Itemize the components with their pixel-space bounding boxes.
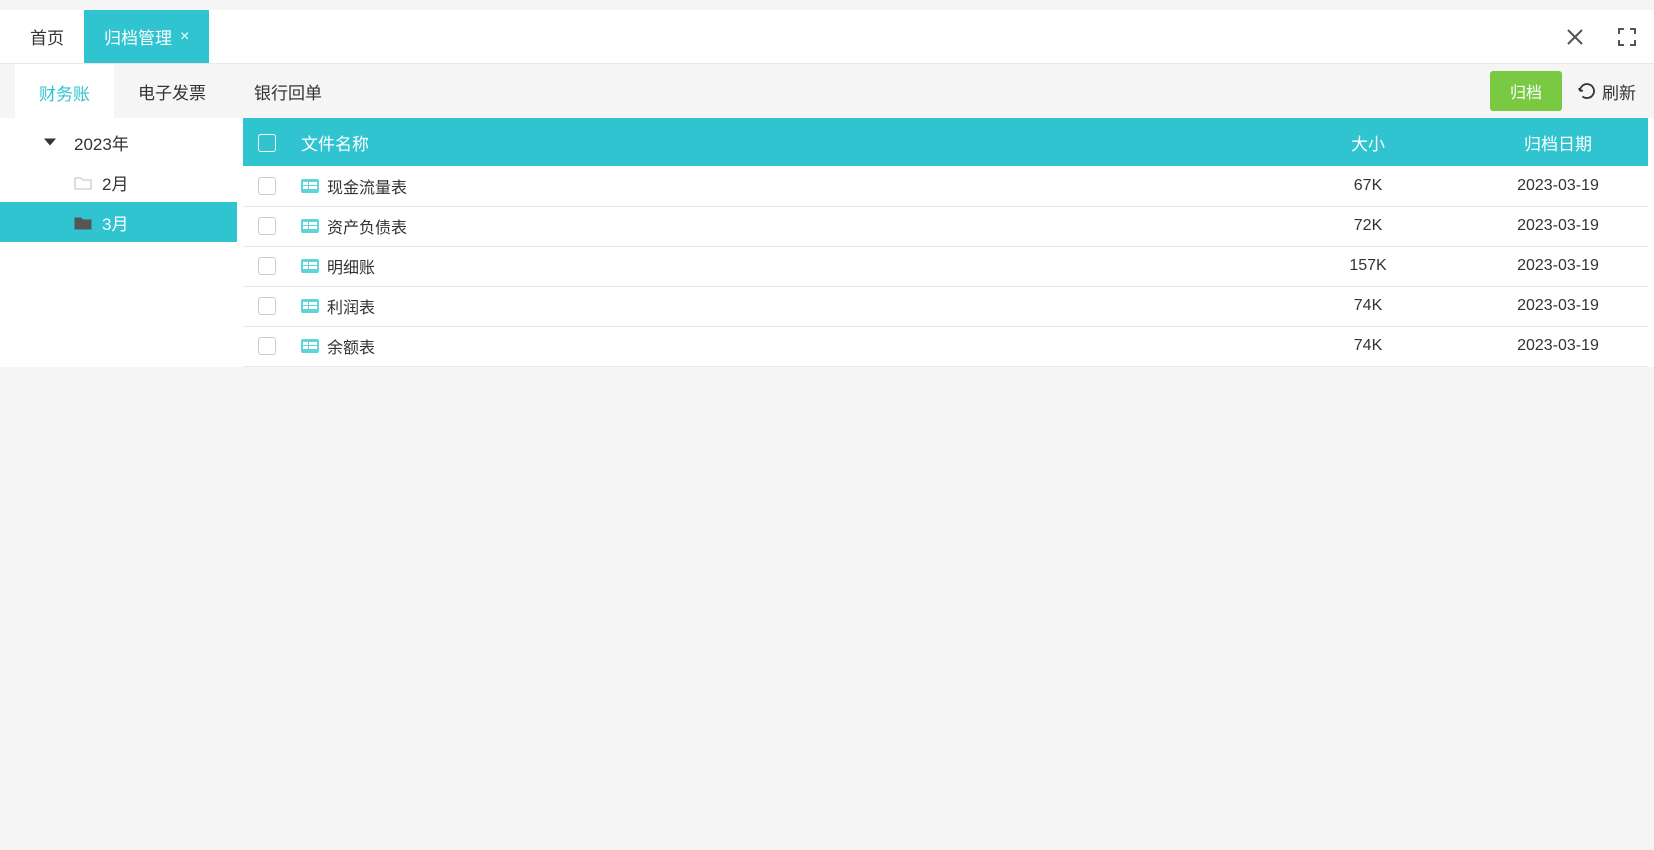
file-size: 72K <box>1268 206 1468 246</box>
row-checkbox[interactable] <box>258 177 276 195</box>
tab-label: 首页 <box>30 24 64 49</box>
file-date: 2023-03-19 <box>1468 286 1648 326</box>
archive-button[interactable]: 归档 <box>1490 71 1562 111</box>
sub-tab-einvoice[interactable]: 电子发票 <box>114 64 230 118</box>
file-name: 资产负债表 <box>327 214 407 238</box>
refresh-label: 刷新 <box>1602 79 1636 104</box>
tree-child-month[interactable]: 2月 <box>0 162 237 202</box>
file-size: 74K <box>1268 286 1468 326</box>
col-header-name[interactable]: 文件名称 <box>291 118 1268 166</box>
table-row[interactable]: 资产负债表 72K2023-03-19 <box>243 206 1648 246</box>
sub-tab-bankreceipt[interactable]: 银行回单 <box>230 64 346 118</box>
tree-root-year[interactable]: 2023年 <box>0 122 237 162</box>
file-name: 明细账 <box>327 254 375 278</box>
file-date: 2023-03-19 <box>1468 166 1648 206</box>
file-size: 74K <box>1268 326 1468 366</box>
spreadsheet-icon <box>301 298 319 314</box>
row-checkbox[interactable] <box>258 217 276 235</box>
file-name: 余额表 <box>327 334 375 358</box>
sub-tab-bar: 财务账 电子发票 银行回单 归档 刷新 <box>0 64 1654 118</box>
spreadsheet-icon <box>301 218 319 234</box>
tab-home[interactable]: 首页 <box>10 10 84 63</box>
close-icon <box>1566 28 1584 46</box>
table-row[interactable]: 余额表 74K2023-03-19 <box>243 326 1648 366</box>
spreadsheet-icon <box>301 178 319 194</box>
row-checkbox[interactable] <box>258 337 276 355</box>
file-name: 现金流量表 <box>327 174 407 198</box>
table-row[interactable]: 利润表 74K2023-03-19 <box>243 286 1648 326</box>
top-tab-bar: 首页 归档管理 × <box>0 10 1654 64</box>
caret-down-icon <box>44 139 56 146</box>
folder-tree: 2023年 2月 3月 <box>0 118 237 367</box>
tree-root-label: 2023年 <box>74 130 129 155</box>
sub-tab-label: 银行回单 <box>254 79 322 104</box>
folder-icon <box>74 175 92 189</box>
file-date: 2023-03-19 <box>1468 326 1648 366</box>
row-checkbox[interactable] <box>258 257 276 275</box>
fullscreen-icon <box>1618 28 1636 46</box>
file-size: 67K <box>1268 166 1468 206</box>
sub-tab-label: 电子发票 <box>138 79 206 104</box>
tree-child-label: 3月 <box>102 210 128 235</box>
file-date: 2023-03-19 <box>1468 206 1648 246</box>
tree-child-label: 2月 <box>102 170 128 195</box>
tree-child-month[interactable]: 3月 <box>0 202 237 242</box>
tab-archive-mgmt[interactable]: 归档管理 × <box>84 10 209 63</box>
close-panel-button[interactable] <box>1558 20 1592 54</box>
spreadsheet-icon <box>301 338 319 354</box>
refresh-icon <box>1578 82 1596 100</box>
row-checkbox[interactable] <box>258 297 276 315</box>
fullscreen-button[interactable] <box>1610 20 1644 54</box>
table-header-row: 文件名称 大小 归档日期 <box>243 118 1648 166</box>
file-name: 利润表 <box>327 294 375 318</box>
table-row[interactable]: 现金流量表 67K2023-03-19 <box>243 166 1648 206</box>
select-all-checkbox[interactable] <box>258 134 276 152</box>
spreadsheet-icon <box>301 258 319 274</box>
close-icon[interactable]: × <box>180 29 189 45</box>
file-size: 157K <box>1268 246 1468 286</box>
refresh-button[interactable]: 刷新 <box>1578 79 1636 104</box>
file-date: 2023-03-19 <box>1468 246 1648 286</box>
col-header-date[interactable]: 归档日期 <box>1468 118 1648 166</box>
tab-label: 归档管理 <box>104 24 172 49</box>
table-row[interactable]: 明细账 157K2023-03-19 <box>243 246 1648 286</box>
col-header-size[interactable]: 大小 <box>1268 118 1468 166</box>
sub-tab-label: 财务账 <box>39 80 90 105</box>
folder-icon <box>74 215 92 229</box>
file-table: 文件名称 大小 归档日期 现金流量表67K2023-03-19资产负债表72K2… <box>243 118 1648 367</box>
sub-tab-finance[interactable]: 财务账 <box>15 64 114 118</box>
